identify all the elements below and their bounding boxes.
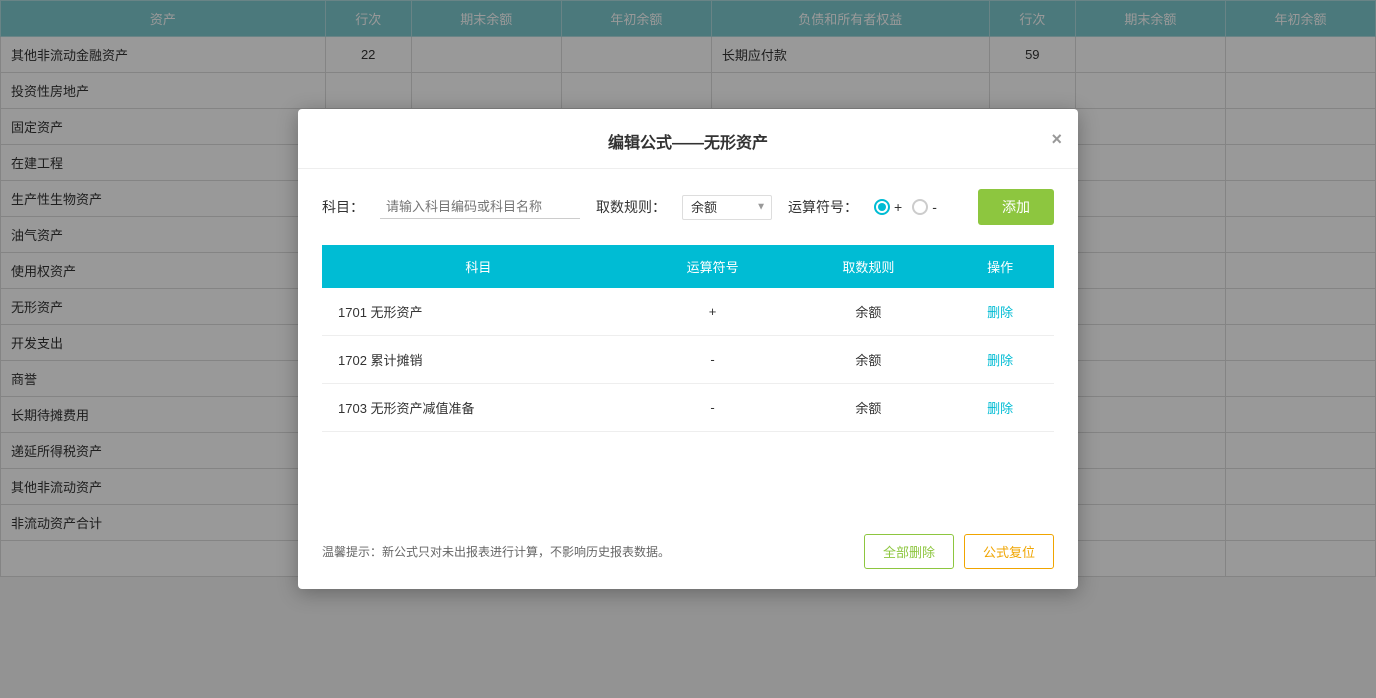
add-button[interactable]: 添加 [978,189,1054,225]
cell-operator: - [635,336,791,384]
formula-table: 科目 运算符号 取数规则 操作 1701 无形资产+余额删除1702 累计摊销-… [322,245,1054,432]
formula-form-row: 科目： 取数规则： 余额 借方 贷方 借方发生额 贷方发生额 运算符号： [322,189,1054,225]
th-operator: 运算符号 [635,245,791,288]
table-row: 1703 无形资产减值准备-余额 删除 [322,384,1054,432]
cell-subject: 1701 无形资产 [322,288,635,336]
cell-action: 删除 [946,336,1054,384]
operator-plus-label: + [894,199,902,215]
cell-rule: 余额 [791,288,947,336]
rule-select-wrap: 余额 借方 贷方 借方发生额 贷方发生额 [682,195,772,220]
reset-formula-button[interactable]: 公式复位 [964,534,1054,569]
operator-group: + - [874,199,937,215]
footer-buttons: 全部删除 公式复位 [864,534,1054,569]
operator-label: 运算符号： [788,197,858,217]
modal-body: 科目： 取数规则： 余额 借方 贷方 借方发生额 贷方发生额 运算符号： [298,169,1078,518]
modal-overlay: 编辑公式——无形资产 × 科目： 取数规则： 余额 借方 贷方 借方发生额 贷方… [0,0,1376,698]
rule-label: 取数规则： [596,197,666,217]
cell-subject: 1702 累计摊销 [322,336,635,384]
cell-operator: + [635,288,791,336]
cell-action: 删除 [946,288,1054,336]
cell-rule: 余额 [791,336,947,384]
cell-rule: 余额 [791,384,947,432]
th-subject: 科目 [322,245,635,288]
cell-action: 删除 [946,384,1054,432]
delete-row-button[interactable]: 删除 [987,350,1013,369]
operator-plus-circle [874,199,890,215]
operator-plus-radio[interactable]: + [874,199,902,215]
table-row: 1702 累计摊销-余额 删除 [322,336,1054,384]
table-row: 1701 无形资产+余额 删除 [322,288,1054,336]
cell-subject: 1703 无形资产减值准备 [322,384,635,432]
cell-operator: - [635,384,791,432]
th-rule: 取数规则 [791,245,947,288]
operator-minus-radio[interactable]: - [912,199,937,215]
delete-row-button[interactable]: 删除 [987,398,1013,417]
footer-tip: 温馨提示：新公式只对未出报表进行计算，不影响历史报表数据。 [322,543,670,560]
edit-formula-modal: 编辑公式——无形资产 × 科目： 取数规则： 余额 借方 贷方 借方发生额 贷方… [298,109,1078,589]
modal-header: 编辑公式——无形资产 × [298,109,1078,169]
modal-title: 编辑公式——无形资产 [608,135,768,152]
operator-minus-circle [912,199,928,215]
modal-footer: 温馨提示：新公式只对未出报表进行计算，不影响历史报表数据。 全部删除 公式复位 [298,518,1078,589]
rule-select[interactable]: 余额 借方 贷方 借方发生额 贷方发生额 [682,195,772,220]
delete-row-button[interactable]: 删除 [987,302,1013,321]
operator-minus-label: - [932,199,937,215]
modal-close-button[interactable]: × [1051,130,1062,148]
th-action: 操作 [946,245,1054,288]
delete-all-button[interactable]: 全部删除 [864,534,954,569]
subject-label: 科目： [322,197,364,217]
subject-input[interactable] [380,195,580,219]
table-header-row: 科目 运算符号 取数规则 操作 [322,245,1054,288]
